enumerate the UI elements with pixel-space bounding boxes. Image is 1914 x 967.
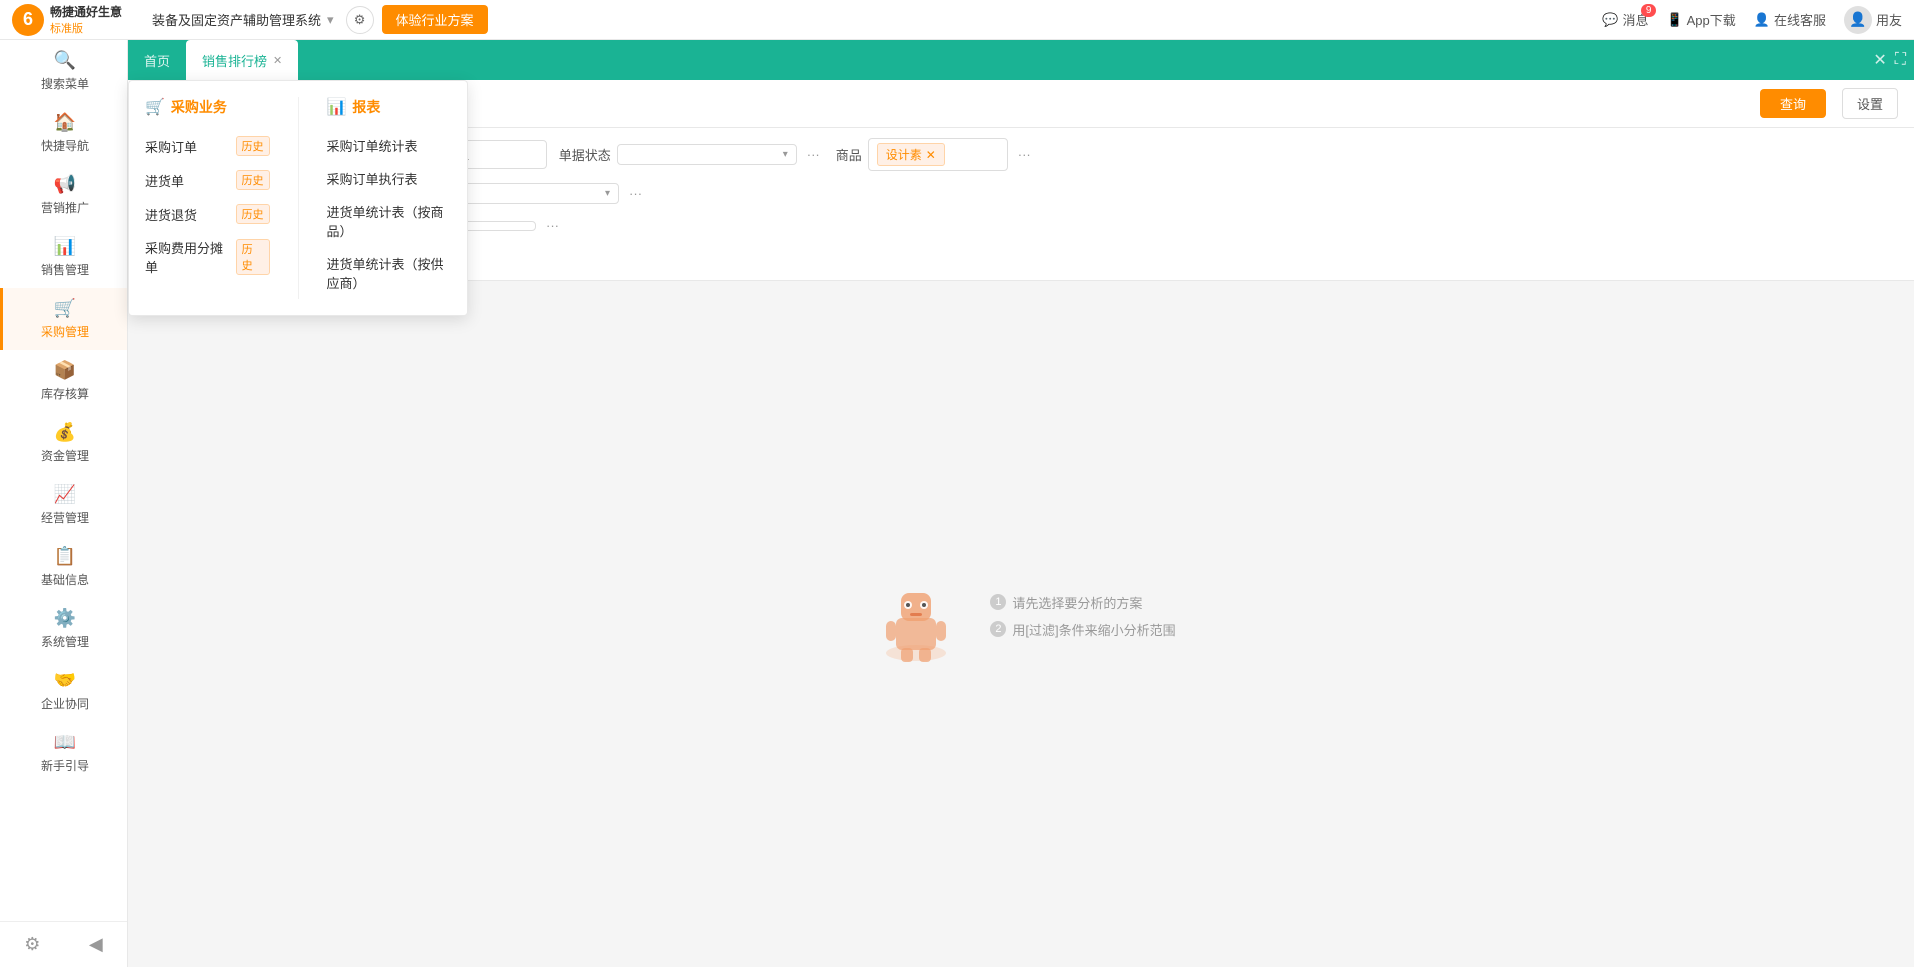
phone-icon: 📱 [1666, 12, 1682, 28]
tab-expand-icon[interactable]: ⛶ [1895, 51, 1906, 69]
purchase-col-title: 🛒 采购业务 [145, 97, 270, 117]
status-dots[interactable]: ··· [803, 147, 824, 162]
message-btn[interactable]: 💬 消息 9 [1602, 10, 1648, 29]
logo-area: 6 畅捷通好生意 标准版 [12, 3, 140, 36]
empty-tip-2: 2 用[过滤]条件来缩小分析范围 [990, 620, 1175, 639]
menu-item-report-3[interactable]: 进货单统计表（按商品） [327, 195, 452, 247]
system-icon: ⚙️ [54, 608, 76, 629]
message-icon: 💬 [1602, 12, 1618, 28]
service-icon: 👤 [1754, 12, 1770, 28]
purchase-col-icon: 🛒 [145, 97, 165, 117]
empty-state-content: 1 请先选择要分析的方案 2 用[过滤]条件来缩小分析范围 [866, 573, 1175, 676]
sidebar-item-sales[interactable]: 📊 销售管理 [0, 226, 127, 288]
product-dots[interactable]: ··· [1014, 147, 1035, 162]
menu-item-report-1[interactable]: 采购订单统计表 [327, 129, 452, 162]
status-arrow-icon: ▾ [783, 149, 788, 160]
sidebar-item-collab[interactable]: 🤝 企业协同 [0, 660, 127, 722]
status-input[interactable]: ▾ [617, 144, 797, 165]
menu-item-report-4[interactable]: 进货单统计表（按供应商） [327, 247, 452, 299]
sidebar-collapse-btn[interactable]: ◀ [89, 934, 103, 955]
sidebar-settings-btn[interactable]: ⚙ [24, 934, 40, 955]
logo-text: 畅捷通好生意 标准版 [50, 3, 122, 36]
app-download-btn[interactable]: 📱 App下载 [1666, 10, 1735, 29]
sidebar-item-search[interactable]: 🔍 搜索菜单 [0, 40, 127, 102]
dropdown-divider [298, 97, 299, 299]
purchase-dropdown-menu: 🛒 采购业务 采购订单 历史 进货单 历史 进货退货 历史 采购费用分摊单 历史… [128, 80, 468, 316]
home-icon: 🏠 [54, 112, 76, 133]
finance-icon: 💰 [54, 422, 76, 443]
product-tag-close[interactable]: ✕ [926, 148, 936, 162]
sales-icon: 📊 [54, 236, 76, 257]
tab-home[interactable]: 首页 [128, 40, 186, 80]
sidebar-item-operation[interactable]: 📈 经营管理 [0, 474, 127, 536]
settings-icon-btn[interactable]: ⚙ [346, 6, 374, 34]
sidebar-item-finance[interactable]: 💰 资金管理 [0, 412, 127, 474]
system-title: 装备及固定资产辅助管理系统 ▾ [140, 10, 346, 29]
tab-bar-actions: ✕ ⛶ [1873, 50, 1914, 70]
product-input[interactable]: 设计素 ✕ [868, 138, 1008, 171]
basic-icon: 📋 [54, 546, 76, 567]
product-filter: 商品 设计素 ✕ ··· [836, 138, 1035, 171]
sidebar-bottom: ⚙ ◀ [0, 921, 127, 967]
sidebar-item-basic[interactable]: 📋 基础信息 [0, 536, 127, 598]
top-bar: 6 畅捷通好生意 标准版 装备及固定资产辅助管理系统 ▾ ⚙ 体验行业方案 💬 … [0, 0, 1914, 40]
marketing-icon: 📢 [54, 174, 76, 195]
avatar: 👤 [1844, 6, 1872, 34]
guide-icon: 📖 [54, 732, 76, 753]
sidebar-item-guide[interactable]: 📖 新手引导 [0, 722, 127, 784]
customer-dots[interactable]: ··· [542, 218, 563, 233]
industry-btn[interactable]: 体验行业方案 [382, 5, 488, 34]
status-filter: 单据状态 ▾ ··· [559, 144, 824, 165]
product-tag: 设计素 ✕ [877, 143, 945, 166]
sidebar: 🔍 搜索菜单 🏠 快捷导航 📢 营销推广 📊 销售管理 🛒 采购管理 📦 [0, 40, 128, 967]
purchase-icon: 🛒 [54, 298, 76, 319]
sidebar-item-nav[interactable]: 🏠 快捷导航 [0, 102, 127, 164]
report-col-title: 📊 报表 [327, 97, 452, 117]
tab-close-btn[interactable]: ✕ [273, 54, 282, 67]
menu-item-purchase-order[interactable]: 采购订单 历史 [145, 129, 270, 163]
sidebar-item-inventory[interactable]: 📦 库存核算 [0, 350, 127, 412]
system-title-dropdown[interactable]: ▾ [327, 12, 334, 28]
purchase-col: 🛒 采购业务 采购订单 历史 进货单 历史 进货退货 历史 采购费用分摊单 历史 [145, 97, 270, 299]
search-icon: 🔍 [54, 50, 76, 71]
staff-arrow-icon: ▾ [605, 188, 610, 199]
empty-state: 1 请先选择要分析的方案 2 用[过滤]条件来缩小分析范围 [128, 281, 1914, 967]
logo-icon: 6 [12, 4, 44, 36]
sidebar-item-marketing[interactable]: 📢 营销推广 [0, 164, 127, 226]
inventory-icon: 📦 [54, 360, 76, 381]
online-service-btn[interactable]: 👤 在线客服 [1754, 10, 1826, 29]
staff-dots[interactable]: ··· [625, 186, 646, 201]
operation-icon: 📈 [54, 484, 76, 505]
top-bar-right: 💬 消息 9 📱 App下载 👤 在线客服 👤 用友 [1602, 6, 1902, 34]
report-col: 📊 报表 采购订单统计表 采购订单执行表 进货单统计表（按商品） 进货单统计表（… [327, 97, 452, 299]
sidebar-item-purchase[interactable]: 🛒 采购管理 [0, 288, 127, 350]
sidebar-item-system[interactable]: ⚙️ 系统管理 [0, 598, 127, 660]
robot-svg [866, 573, 966, 673]
menu-item-return[interactable]: 进货退货 历史 [145, 197, 270, 231]
menu-item-report-2[interactable]: 采购订单执行表 [327, 162, 452, 195]
menu-item-expense[interactable]: 采购费用分摊单 历史 [145, 231, 270, 283]
setting-btn[interactable]: 设置 [1842, 88, 1898, 119]
query-btn[interactable]: 查询 [1760, 89, 1826, 118]
empty-tips: 1 请先选择要分析的方案 2 用[过滤]条件来缩小分析范围 [990, 573, 1175, 639]
empty-tip-1: 1 请先选择要分析的方案 [990, 593, 1175, 612]
menu-item-inbound[interactable]: 进货单 历史 [145, 163, 270, 197]
tab-close-icon[interactable]: ✕ [1873, 50, 1886, 70]
tab-sales-rank[interactable]: 销售排行榜 ✕ [186, 40, 298, 80]
report-col-icon: 📊 [327, 97, 347, 117]
collab-icon: 🤝 [54, 670, 76, 691]
tab-bar: 首页 销售排行榜 ✕ ✕ ⛶ [128, 40, 1914, 80]
empty-illustration [866, 573, 966, 676]
user-menu[interactable]: 👤 用友 [1844, 6, 1902, 34]
